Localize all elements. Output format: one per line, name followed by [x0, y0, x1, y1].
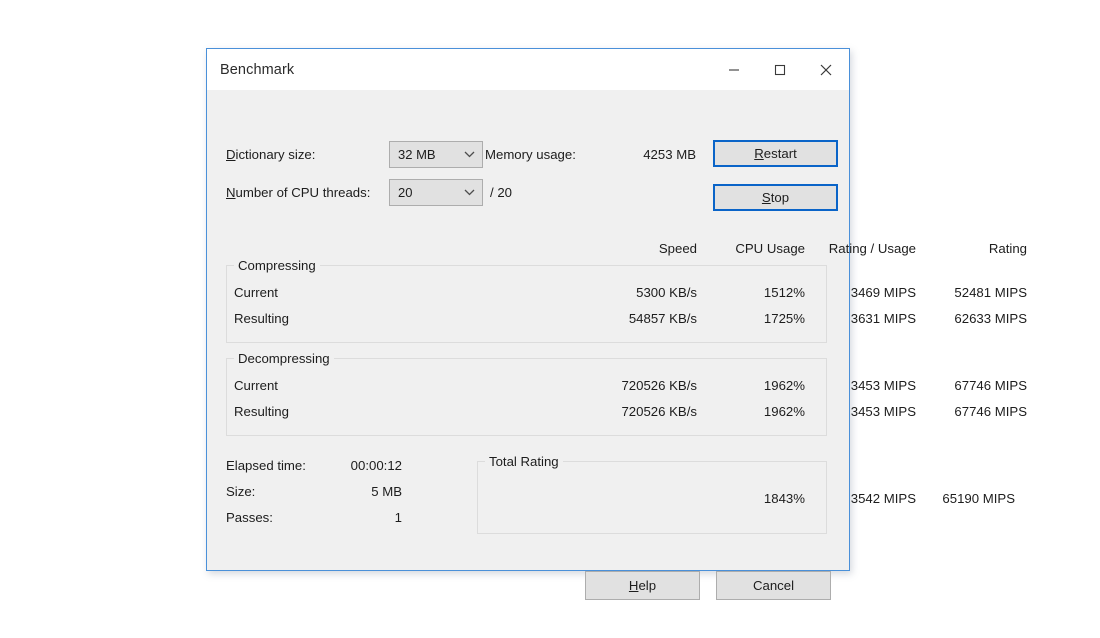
minimize-button[interactable] — [711, 49, 757, 90]
elapsed-time-label: Elapsed time: — [226, 458, 306, 473]
help-button[interactable]: Help — [585, 571, 700, 600]
elapsed-time-value: 00:00:12 — [307, 458, 402, 473]
cancel-button[interactable]: Cancel — [716, 571, 831, 600]
column-header-rating: Rating — [867, 241, 1027, 256]
compressing-current-rating: 52481 MIPS — [847, 285, 1027, 300]
compressing-groupbox — [226, 265, 827, 343]
compressing-current-label: Current — [234, 285, 278, 300]
caption-button-group — [711, 49, 849, 90]
cpu-threads-combobox[interactable]: 20 — [389, 179, 483, 206]
compressing-resulting-rating: 62633 MIPS — [847, 311, 1027, 326]
decompressing-groupbox — [226, 358, 827, 436]
decompressing-current-rating: 67746 MIPS — [847, 378, 1027, 393]
decompressing-resulting-label: Resulting — [234, 404, 289, 419]
cpu-threads-value: 20 — [398, 185, 456, 200]
memory-usage-value: 4253 MB — [577, 147, 696, 162]
decompressing-current-label: Current — [234, 378, 278, 393]
decompressing-resulting-rating: 67746 MIPS — [847, 404, 1027, 419]
compressing-resulting-label: Resulting — [234, 311, 289, 326]
dialog-client-area: Dictionary size: 32 MB Memory usage: 425… — [207, 90, 849, 570]
stop-button[interactable]: Stop — [713, 184, 838, 211]
cpu-threads-total: / 20 — [490, 185, 512, 200]
size-value: 5 MB — [307, 484, 402, 499]
close-button[interactable] — [803, 49, 849, 90]
dictionary-size-label: Dictionary size: — [226, 147, 315, 162]
dictionary-size-combobox[interactable]: 32 MB — [389, 141, 483, 168]
decompressing-group-title: Decompressing — [234, 351, 334, 366]
dictionary-size-value: 32 MB — [398, 147, 456, 162]
window-title: Benchmark — [220, 62, 294, 78]
title-bar[interactable]: Benchmark — [207, 49, 849, 91]
cpu-threads-label: Number of CPU threads: — [226, 185, 370, 200]
total-rating-rating: 65190 MIPS — [835, 491, 1015, 506]
size-label: Size: — [226, 484, 255, 499]
compressing-group-title: Compressing — [234, 258, 320, 273]
chevron-down-icon — [456, 189, 482, 196]
passes-value: 1 — [307, 510, 402, 525]
maximize-button[interactable] — [757, 49, 803, 90]
memory-usage-label: Memory usage: — [485, 147, 576, 162]
passes-label: Passes: — [226, 510, 273, 525]
benchmark-dialog: Benchmark Dictionary size: — [206, 48, 850, 571]
restart-button[interactable]: Restart — [713, 140, 838, 167]
chevron-down-icon — [456, 151, 482, 158]
total-rating-group-title: Total Rating — [485, 454, 563, 469]
